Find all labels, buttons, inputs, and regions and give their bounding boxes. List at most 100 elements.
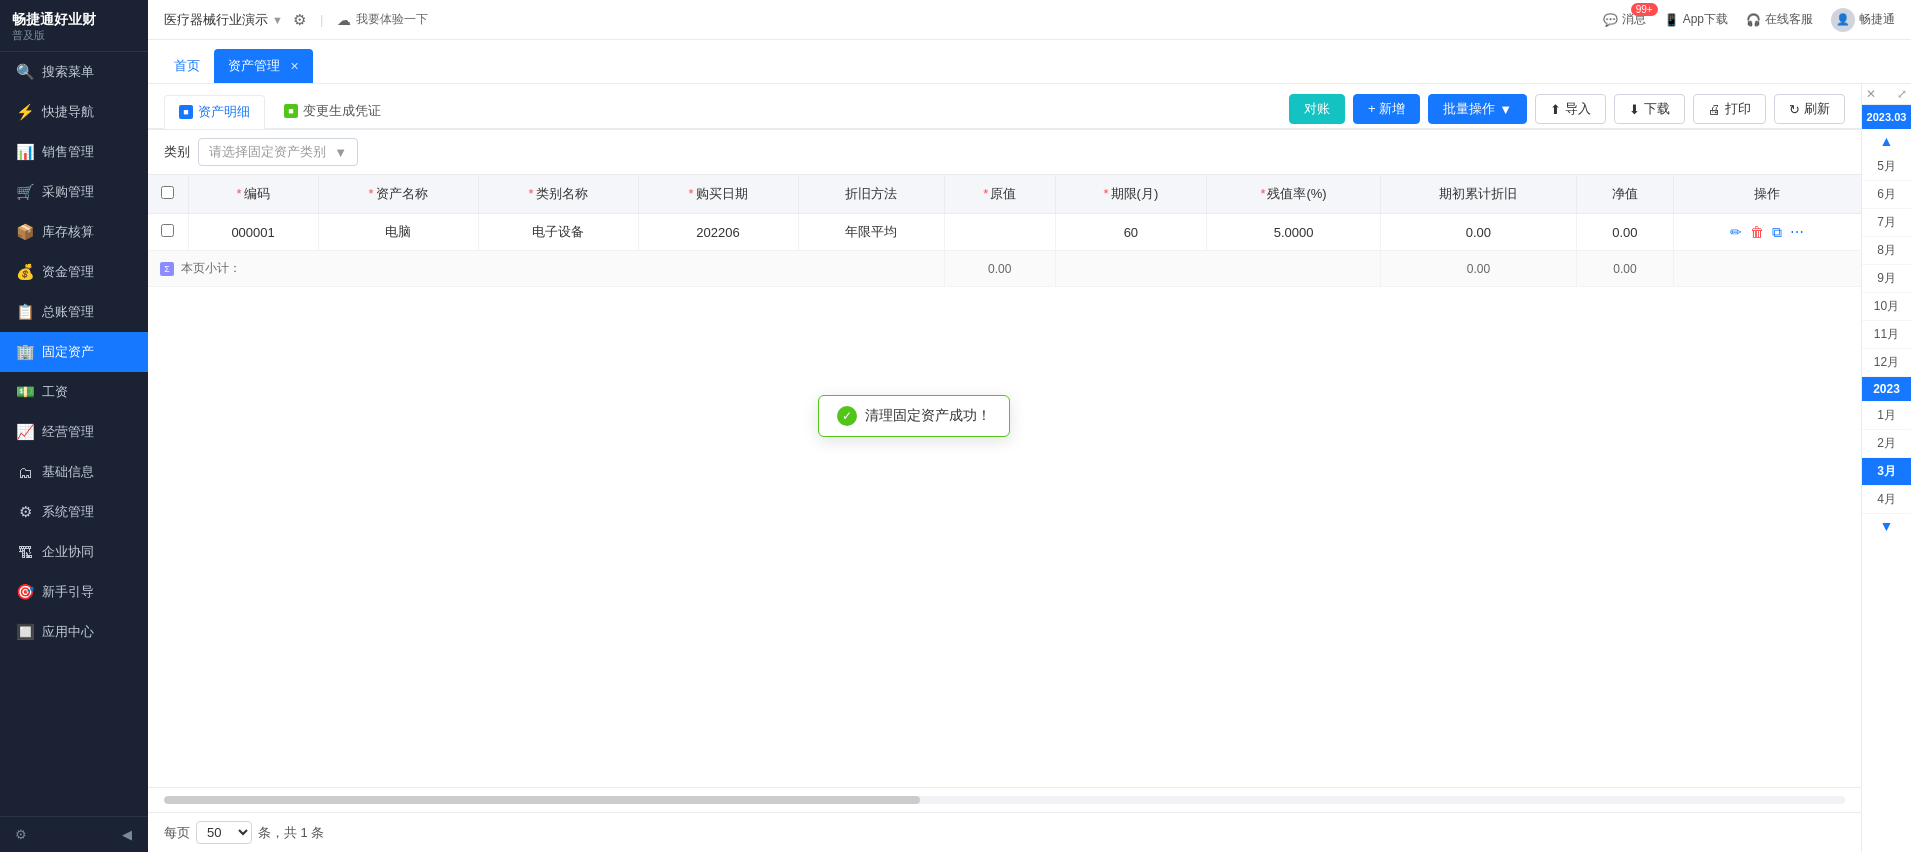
message-badge: 99+: [1631, 3, 1658, 16]
calendar-up-arrow[interactable]: ▲: [1876, 129, 1898, 153]
topbar: 医疗器械行业演示 ▼ ⚙ | ☁ 我要体验一下 💬 消息 99+ 📱 App下载…: [148, 0, 1911, 40]
sidebar-item-fixed-assets[interactable]: 🏢 固定资产: [0, 332, 148, 372]
tab-home[interactable]: 首页: [164, 49, 210, 83]
sidebar-item-label: 基础信息: [42, 463, 94, 481]
col-check: [148, 175, 188, 214]
row-check: [148, 214, 188, 251]
base-info-icon: 🗂: [16, 464, 34, 481]
category-filter-select[interactable]: 请选择固定资产类别 ▼: [198, 138, 358, 166]
col-name: *资产名称: [318, 175, 478, 214]
cal-month-9[interactable]: 9月: [1862, 265, 1911, 293]
calendar-down-arrow[interactable]: ▼: [1876, 514, 1898, 538]
sidebar-item-enterprise[interactable]: 🏗 企业协同: [0, 532, 148, 572]
expand-right-sidebar-icon[interactable]: ⤢: [1897, 87, 1907, 101]
cal-month-11[interactable]: 11月: [1862, 321, 1911, 349]
settings-button[interactable]: ⚙: [293, 11, 306, 29]
sidebar-nav: 🔍 搜索菜单 ⚡ 快捷导航 📊 销售管理 🛒 采购管理 📦 库存核算 💰 资金管…: [0, 52, 148, 816]
print-button[interactable]: 🖨 打印: [1693, 94, 1766, 124]
message-button[interactable]: 💬 消息 99+: [1603, 11, 1646, 28]
cal-month-2[interactable]: 2月: [1862, 430, 1911, 458]
cal-month-3-current[interactable]: 3月: [1862, 458, 1911, 486]
online-service-label: 在线客服: [1765, 11, 1813, 28]
sidebar-item-new-guide[interactable]: 🎯 新手引导: [0, 572, 148, 612]
sub-tab-asset-detail[interactable]: ■ 资产明细: [164, 95, 265, 129]
calendar-year-month[interactable]: 2023.03: [1862, 105, 1911, 129]
edit-row-button[interactable]: ✏: [1730, 224, 1742, 240]
total-count: 条，共 1 条: [258, 824, 324, 842]
select-all-checkbox[interactable]: [161, 186, 174, 199]
cal-month-4[interactable]: 4月: [1862, 486, 1911, 514]
batch-label: 批量操作: [1443, 100, 1495, 118]
sidebar-item-ledger[interactable]: 📋 总账管理: [0, 292, 148, 332]
subtotal-original-value: 0.00: [945, 251, 1055, 287]
settings-icon[interactable]: ⚙: [14, 827, 28, 842]
horizontal-scrollbar[interactable]: [164, 796, 1845, 804]
app-download-button[interactable]: 📱 App下载: [1664, 11, 1728, 28]
reconcile-label: 对账: [1304, 100, 1330, 118]
company-selector[interactable]: 医疗器械行业演示 ▼: [164, 11, 283, 29]
company-name: 医疗器械行业演示: [164, 11, 268, 29]
cal-month-8[interactable]: 8月: [1862, 237, 1911, 265]
content-area: ■ 资产明细 ■ 变更生成凭证 对账 + 新增: [148, 84, 1911, 852]
message-icon: 💬: [1603, 13, 1618, 27]
import-icon: ⬆: [1550, 102, 1561, 117]
delete-row-button[interactable]: 🗑: [1750, 224, 1764, 240]
online-service-button[interactable]: 🎧 在线客服: [1746, 11, 1813, 28]
cal-year-2023[interactable]: 2023: [1862, 377, 1911, 402]
more-row-button[interactable]: ⋯: [1790, 224, 1804, 240]
cal-month-5[interactable]: 5月: [1862, 153, 1911, 181]
sidebar-item-label: 系统管理: [42, 503, 94, 521]
right-sidebar-calendar: ✕ ⤢ 2023.03 ▲ 5月 6月 7月 8月 9月 10月 11月 12月…: [1861, 84, 1911, 852]
col-original-value: *原值: [945, 175, 1055, 214]
new-button[interactable]: + 新增: [1353, 94, 1420, 124]
search-icon: 🔍: [16, 63, 34, 81]
batch-arrow-icon: ▼: [1499, 102, 1512, 117]
sidebar-item-inventory[interactable]: 📦 库存核算: [0, 212, 148, 252]
copy-row-button[interactable]: ⧉: [1772, 224, 1782, 241]
cal-month-7[interactable]: 7月: [1862, 209, 1911, 237]
col-category: *类别名称: [478, 175, 638, 214]
tab-close-icon[interactable]: ✕: [290, 60, 299, 72]
sub-tabs: ■ 资产明细 ■ 变更生成凭证 对账 + 新增: [148, 84, 1861, 129]
sidebar-item-search[interactable]: 🔍 搜索菜单: [0, 52, 148, 92]
user-account[interactable]: 👤 畅捷通: [1831, 8, 1895, 32]
tabbar: 首页 资产管理 ✕: [148, 40, 1911, 84]
toast-message: 清理固定资产成功！: [865, 407, 991, 425]
sidebar-item-wages[interactable]: 💵 工资: [0, 372, 148, 412]
refresh-button[interactable]: ↻ 刷新: [1774, 94, 1845, 124]
collapse-sidebar-icon[interactable]: ◀: [120, 827, 134, 842]
subtotal-label: Σ 本页小计：: [148, 251, 945, 287]
close-right-sidebar-icon[interactable]: ✕: [1866, 87, 1876, 101]
main-content: 医疗器械行业演示 ▼ ⚙ | ☁ 我要体验一下 💬 消息 99+ 📱 App下载…: [148, 0, 1911, 852]
row-checkbox[interactable]: [161, 224, 174, 237]
sidebar-item-sales[interactable]: 📊 销售管理: [0, 132, 148, 172]
cal-month-6[interactable]: 6月: [1862, 181, 1911, 209]
per-page-label: 每页: [164, 824, 190, 842]
sidebar-item-label: 总账管理: [42, 303, 94, 321]
per-page-select[interactable]: 50 100 200: [196, 821, 252, 844]
experience-button[interactable]: ☁ 我要体验一下: [337, 11, 428, 28]
col-net-value: 净值: [1576, 175, 1673, 214]
quick-nav-icon: ⚡: [16, 103, 34, 121]
home-tab-label: 首页: [174, 58, 200, 73]
cal-month-1[interactable]: 1月: [1862, 402, 1911, 430]
pagination: 每页 50 100 200 条，共 1 条: [148, 812, 1861, 852]
sidebar-item-operations[interactable]: 📈 经营管理: [0, 412, 148, 452]
sidebar-item-quick-nav[interactable]: ⚡ 快捷导航: [0, 92, 148, 132]
cal-month-12[interactable]: 12月: [1862, 349, 1911, 377]
sidebar-item-sys-mgmt[interactable]: ⚙ 系统管理: [0, 492, 148, 532]
tab-asset-mgmt[interactable]: 资产管理 ✕: [214, 49, 313, 83]
batch-button[interactable]: 批量操作 ▼: [1428, 94, 1527, 124]
sidebar-item-purchase[interactable]: 🛒 采购管理: [0, 172, 148, 212]
sidebar-item-base-info[interactable]: 🗂 基础信息: [0, 452, 148, 492]
download-button[interactable]: ⬇ 下载: [1614, 94, 1685, 124]
col-initial-accumulated: 期初累计折旧: [1380, 175, 1576, 214]
sidebar-item-funds[interactable]: 💰 资金管理: [0, 252, 148, 292]
sidebar-item-app-center[interactable]: 🔲 应用中心: [0, 612, 148, 652]
print-icon: 🖨: [1708, 102, 1721, 117]
sub-tab-change-voucher[interactable]: ■ 变更生成凭证: [269, 94, 396, 128]
reconcile-button[interactable]: 对账: [1289, 94, 1345, 124]
row-actions: ✏ 🗑 ⧉ ⋯: [1673, 214, 1861, 251]
import-button[interactable]: ⬆ 导入: [1535, 94, 1606, 124]
cal-month-10[interactable]: 10月: [1862, 293, 1911, 321]
